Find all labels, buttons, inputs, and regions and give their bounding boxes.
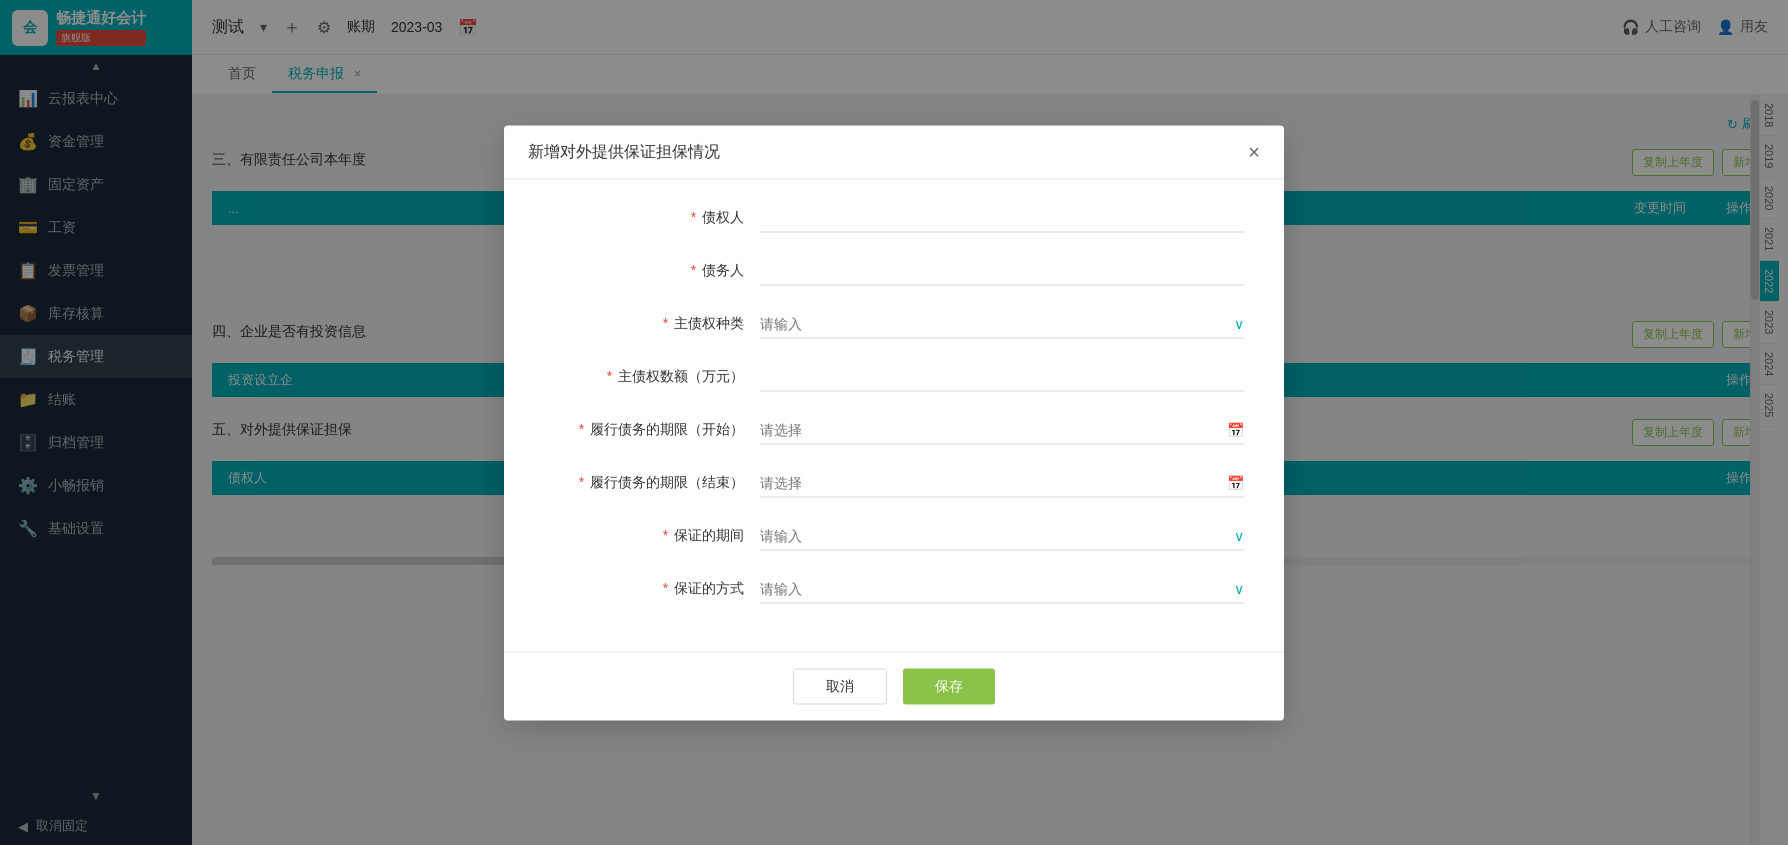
save-button[interactable]: 保存 xyxy=(903,668,995,704)
modal-header: 新增对外提供保证担保情况 × xyxy=(504,125,1284,179)
claim-type-select[interactable]: ∨ xyxy=(760,309,1244,338)
start-date-calendar-icon[interactable]: 📅 xyxy=(1227,421,1244,437)
guarantee-method-dropdown-icon[interactable]: ∨ xyxy=(1234,580,1244,596)
form-row-claim-type: * 主债权种类 ∨ xyxy=(544,309,1244,338)
creditor-input[interactable] xyxy=(760,203,1244,232)
guarantee-method-select[interactable]: ∨ xyxy=(760,574,1244,603)
end-date-picker[interactable]: 📅 xyxy=(760,468,1244,497)
form-row-guarantee-period: * 保证的期间 ∨ xyxy=(544,521,1244,550)
form-row-end-date: * 履行债务的期限（结束） 📅 xyxy=(544,468,1244,497)
form-row-debtor: * 债务人 xyxy=(544,256,1244,285)
start-date-input[interactable] xyxy=(760,415,1227,443)
cancel-button[interactable]: 取消 xyxy=(793,668,887,704)
start-date-label: * 履行债务的期限（开始） xyxy=(544,421,744,439)
form-row-start-date: * 履行债务的期限（开始） 📅 xyxy=(544,415,1244,444)
modal-body: * 债权人 * 债务人 * 主债权种类 ∨ xyxy=(504,179,1284,651)
claim-amount-input[interactable] xyxy=(760,362,1244,391)
creditor-label: * 债权人 xyxy=(544,209,744,227)
form-row-claim-amount: * 主债权数额（万元） xyxy=(544,362,1244,391)
end-date-calendar-icon[interactable]: 📅 xyxy=(1227,474,1244,490)
claim-amount-label: * 主债权数额（万元） xyxy=(544,368,744,386)
modal-close-button[interactable]: × xyxy=(1248,142,1260,162)
form-row-guarantee-method: * 保证的方式 ∨ xyxy=(544,574,1244,603)
claim-type-dropdown-icon[interactable]: ∨ xyxy=(1234,315,1244,331)
debtor-label: * 债务人 xyxy=(544,262,744,280)
claim-type-input[interactable] xyxy=(760,309,1234,337)
claim-type-label: * 主债权种类 xyxy=(544,315,744,333)
guarantee-method-input[interactable] xyxy=(760,574,1234,602)
modal-footer: 取消 保存 xyxy=(504,651,1284,720)
modal-title: 新增对外提供保证担保情况 xyxy=(528,141,720,162)
form-row-creditor: * 债权人 xyxy=(544,203,1244,232)
guarantee-period-select[interactable]: ∨ xyxy=(760,521,1244,550)
end-date-label: * 履行债务的期限（结束） xyxy=(544,474,744,492)
modal-add-guarantee: 新增对外提供保证担保情况 × * 债权人 * 债务人 * xyxy=(504,125,1284,720)
debtor-input[interactable] xyxy=(760,256,1244,285)
end-date-input[interactable] xyxy=(760,468,1227,496)
guarantee-period-dropdown-icon[interactable]: ∨ xyxy=(1234,527,1244,543)
start-date-picker[interactable]: 📅 xyxy=(760,415,1244,444)
guarantee-method-label: * 保证的方式 xyxy=(544,580,744,598)
guarantee-period-label: * 保证的期间 xyxy=(544,527,744,545)
guarantee-period-input[interactable] xyxy=(760,521,1234,549)
